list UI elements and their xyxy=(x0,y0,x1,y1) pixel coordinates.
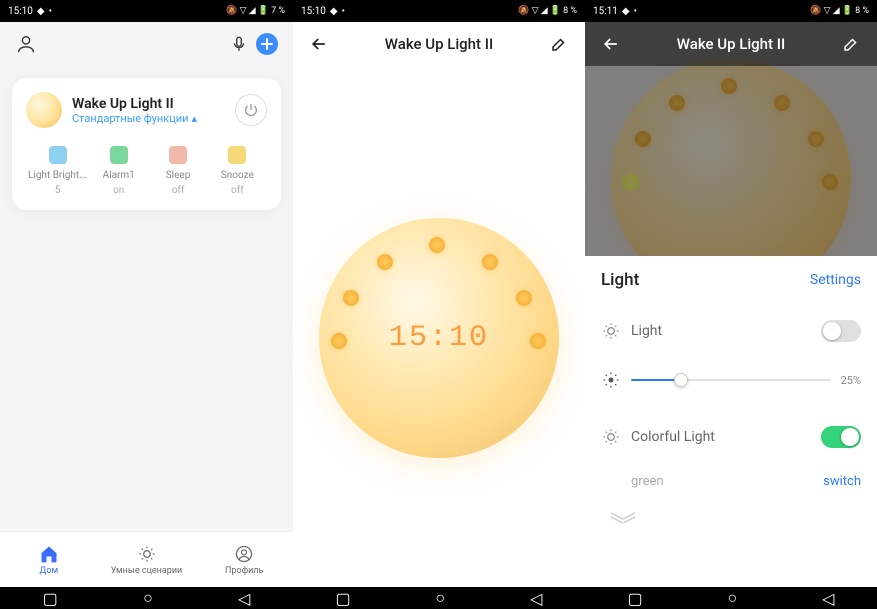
power-button[interactable] xyxy=(235,94,267,126)
stat-sleep[interactable]: Sleep off xyxy=(148,146,207,196)
colorful-label: Colorful Light xyxy=(631,429,811,445)
colorful-icon xyxy=(601,427,621,447)
nav-recent-icon[interactable]: ▢ xyxy=(335,589,350,608)
nav-back-icon[interactable]: ◁ xyxy=(530,589,542,608)
nav-back-icon[interactable]: ◁ xyxy=(238,589,250,608)
nav-recent-icon[interactable]: ▢ xyxy=(627,589,642,608)
back-button[interactable] xyxy=(597,30,625,58)
edit-button[interactable] xyxy=(837,30,865,58)
nav-home-icon[interactable]: ○ xyxy=(436,588,446,608)
brightness-slider[interactable] xyxy=(631,379,831,381)
nav-home-icon[interactable]: ○ xyxy=(143,588,153,608)
stat-snooze[interactable]: Snooze off xyxy=(208,146,267,196)
mic-icon[interactable] xyxy=(225,30,253,58)
device-icon xyxy=(26,92,62,128)
status-bar: 15:11◆• 🔕 ▽ ◢ 🔋8 % xyxy=(585,0,877,22)
bottom-nav: Дом Умные сценарии Профиль xyxy=(0,531,293,587)
clock-display: 15:10 xyxy=(389,321,489,355)
status-bar: 15:10◆• 🔕 ▽ ◢ 🔋8 % xyxy=(293,0,585,22)
light-label: Light xyxy=(631,323,811,339)
panel-title: Light xyxy=(601,270,639,290)
stat-brightness[interactable]: Light Bright... 5 xyxy=(26,146,89,196)
page-title: Wake Up Light II xyxy=(625,35,837,53)
light-icon xyxy=(601,321,621,341)
settings-link[interactable]: Settings xyxy=(810,272,861,288)
expand-handle[interactable] xyxy=(601,503,861,531)
brightness-value: 25% xyxy=(841,374,861,387)
system-nav: ▢ ○ ◁ xyxy=(0,587,293,609)
light-toggle[interactable] xyxy=(821,320,861,342)
profile-icon[interactable] xyxy=(12,30,40,58)
nav-scenarios[interactable]: Умные сценарии xyxy=(98,532,196,587)
back-button[interactable] xyxy=(305,30,333,58)
stat-alarm[interactable]: Alarm1 on xyxy=(89,146,148,196)
colorful-toggle[interactable] xyxy=(821,426,861,448)
nav-home-icon[interactable]: ○ xyxy=(728,588,738,608)
nav-recent-icon[interactable]: ▢ xyxy=(43,589,58,608)
device-subtitle[interactable]: Стандартные функции▴ xyxy=(72,112,225,125)
device-card[interactable]: Wake Up Light II Стандартные функции▴ Li… xyxy=(12,78,281,210)
nav-home[interactable]: Дом xyxy=(0,532,98,587)
system-nav: ▢ ○ ◁ xyxy=(293,587,585,609)
color-switch[interactable]: switch xyxy=(823,474,861,489)
nav-back-icon[interactable]: ◁ xyxy=(822,589,834,608)
status-bar: 15:10◆• 🔕 ▽ ◢ 🔋7 % xyxy=(0,0,293,22)
device-name: Wake Up Light II xyxy=(72,96,225,112)
page-title: Wake Up Light II xyxy=(333,35,545,53)
brightness-icon xyxy=(601,370,621,390)
nav-profile[interactable]: Профиль xyxy=(195,532,293,587)
system-nav: ▢ ○ ◁ xyxy=(585,587,877,609)
add-button[interactable] xyxy=(253,30,281,58)
color-name: green xyxy=(631,474,664,489)
edit-button[interactable] xyxy=(545,30,573,58)
device-visual: 15:10 xyxy=(293,66,585,609)
